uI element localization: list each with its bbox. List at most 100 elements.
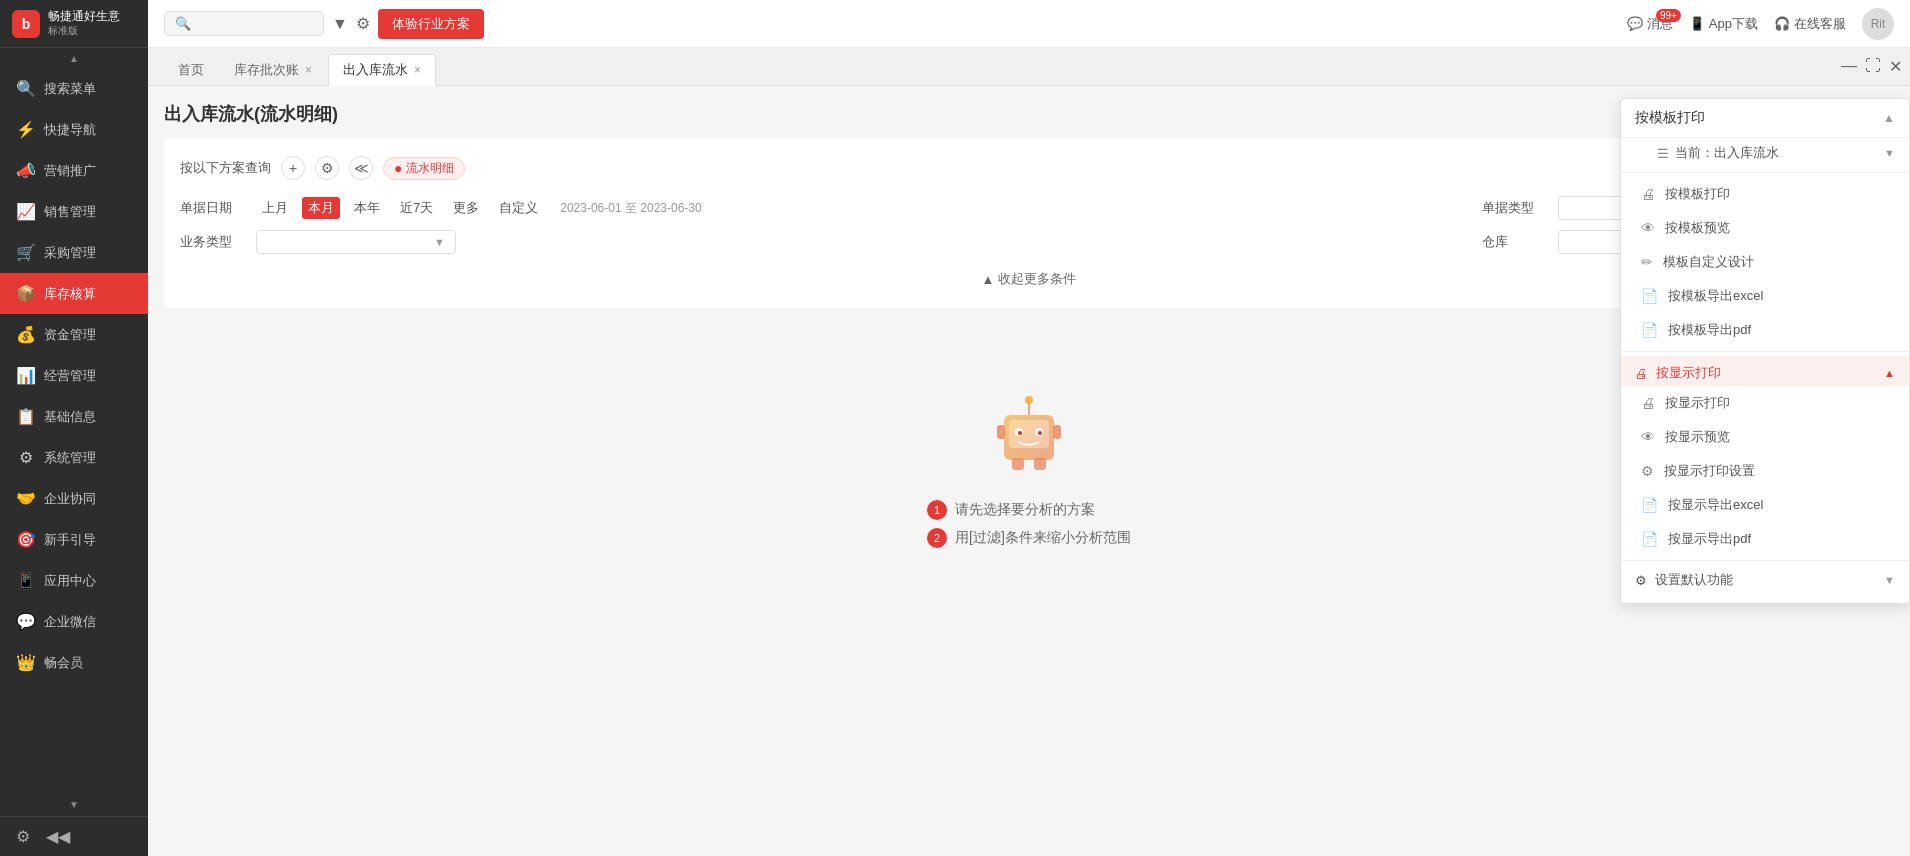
dropdown-collapse-icon[interactable]: ▲ — [1883, 111, 1895, 125]
search-icon: 🔍 — [175, 16, 191, 31]
tab-close-stock-flow[interactable]: × — [414, 63, 421, 77]
display-section-label: 🖨 按显示打印 — [1635, 364, 1721, 382]
current-expand-icon: ▼ — [1884, 147, 1895, 159]
tab-stock-flow[interactable]: 出入库流水 × — [328, 54, 436, 86]
marketing-icon: 📣 — [16, 161, 36, 180]
pdf-icon: 📄 — [1641, 322, 1658, 338]
current-template-icon: ☰ — [1657, 146, 1669, 161]
filter-tag[interactable]: ● 流水明细 — [383, 157, 465, 180]
sidebar-item-member[interactable]: 👑 畅会员 — [0, 642, 148, 683]
excel-icon: 📄 — [1641, 288, 1658, 304]
topbar: 🔍 ▼ ⚙ 体验行业方案 💬 消息 99+ 📱 App下载 🎧 在线客服 — [148, 0, 1910, 48]
sidebar-item-quick-nav[interactable]: ⚡ 快捷导航 — [0, 109, 148, 150]
svg-rect-11 — [1034, 458, 1046, 470]
date-options: 上月 本月 本年 近7天 更多 自定义 2023-06-01 至 2023-06… — [256, 197, 702, 219]
sidebar-item-finance[interactable]: 💰 资金管理 — [0, 314, 148, 355]
empty-step-2: 2 用[过滤]条件来缩小分析范围 — [927, 528, 1131, 548]
page-title: 出入库流水(流水明细) — [164, 102, 338, 126]
filter-tag-icon: ● — [394, 160, 402, 176]
footer-expand-icon: ▼ — [1884, 574, 1895, 586]
sidebar-item-inventory[interactable]: 📦 库存核算 — [0, 273, 148, 314]
add-filter-btn[interactable]: + — [281, 156, 305, 180]
tab-batch-account[interactable]: 库存批次账 × — [220, 54, 326, 86]
display-print-icon: 🖨 — [1635, 366, 1648, 381]
collapse-icon[interactable]: ◀◀ — [46, 827, 70, 846]
filter-settings-btn[interactable]: ⚙ — [315, 156, 339, 180]
sidebar-item-sales[interactable]: 📈 销售管理 — [0, 191, 148, 232]
display-preview-icon: 👁 — [1641, 429, 1655, 445]
topbar-search-box[interactable]: 🔍 — [164, 11, 324, 36]
dropdown-header: 按模板打印 ▲ — [1621, 99, 1909, 138]
app-download-item[interactable]: 📱 App下载 — [1689, 15, 1758, 33]
tab-home[interactable]: 首页 — [164, 54, 218, 86]
dropdown-item-template-preview[interactable]: 👁 按模板预览 — [1621, 211, 1909, 245]
tab-close-batch[interactable]: × — [305, 63, 312, 77]
display-items: 🖨 按显示打印 👁 按显示预览 ⚙ 按显示打印设置 📄 按显示导出excel 📄… — [1621, 386, 1909, 556]
biz-type-select[interactable]: ▼ — [256, 230, 456, 254]
dropdown-item-display-excel[interactable]: 📄 按显示导出excel — [1621, 488, 1909, 522]
user-avatar[interactable]: Rit — [1862, 8, 1894, 40]
dropdown-footer[interactable]: ⚙ 设置默认功能 ▼ — [1621, 565, 1909, 595]
minimize-icon[interactable]: — — [1841, 57, 1857, 76]
display-section-header[interactable]: 🖨 按显示打印 ▲ — [1621, 356, 1909, 386]
app-logo: b 畅捷通好生意 标准版 — [0, 0, 148, 48]
preview-icon: 👁 — [1641, 220, 1655, 236]
sidebar-item-collab[interactable]: 🤝 企业协同 — [0, 478, 148, 519]
sidebar-item-appcenter[interactable]: 📱 应用中心 — [0, 560, 148, 601]
sidebar-item-search[interactable]: 🔍 搜索菜单 — [0, 68, 148, 109]
member-icon: 👑 — [16, 653, 36, 672]
warehouse-label: 仓库 — [1482, 233, 1542, 251]
dropdown-current-template[interactable]: ☰ 当前：出入库流水 ▼ — [1621, 138, 1909, 168]
dropdown-item-template-print[interactable]: 🖨 按模板打印 — [1621, 177, 1909, 211]
svg-rect-7 — [1053, 425, 1061, 439]
date-label: 单据日期 — [180, 199, 240, 217]
settings-icon[interactable]: ⚙ — [16, 827, 30, 846]
dropdown-item-display-settings[interactable]: ⚙ 按显示打印设置 — [1621, 454, 1909, 488]
date-opt-more[interactable]: 更多 — [447, 197, 485, 219]
dropdown-item-display-preview[interactable]: 👁 按显示预览 — [1621, 420, 1909, 454]
dropdown-item-template-excel[interactable]: 📄 按模板导出excel — [1621, 279, 1909, 313]
wechat-icon: 💬 — [16, 612, 36, 631]
svg-rect-1 — [1009, 420, 1049, 448]
date-opt-prev-month[interactable]: 上月 — [256, 197, 294, 219]
sidebar-item-system[interactable]: ⚙ 系统管理 — [0, 437, 148, 478]
display-settings-icon: ⚙ — [1641, 463, 1654, 479]
maximize-icon[interactable]: ⛶ — [1865, 57, 1881, 76]
topbar-right: 💬 消息 99+ 📱 App下载 🎧 在线客服 Rit — [1627, 8, 1894, 40]
settings-icon[interactable]: ⚙ — [356, 14, 370, 33]
app-edition: 标准版 — [48, 24, 120, 38]
footer-settings-icon: ⚙ — [1635, 573, 1647, 588]
date-opt-this-month[interactable]: 本月 — [302, 197, 340, 219]
date-opt-custom[interactable]: 自定义 — [493, 197, 544, 219]
divider-3 — [1621, 560, 1909, 561]
sidebar-item-basic[interactable]: 📋 基础信息 — [0, 396, 148, 437]
empty-illustration — [979, 380, 1079, 480]
sidebar-item-marketing[interactable]: 📣 营销推广 — [0, 150, 148, 191]
trial-btn[interactable]: 体验行业方案 — [378, 9, 484, 39]
sidebar-item-purchase[interactable]: 🛒 采购管理 — [0, 232, 148, 273]
quick-nav-icon: ⚡ — [16, 120, 36, 139]
dropdown-item-display-print[interactable]: 🖨 按显示打印 — [1621, 386, 1909, 420]
dropdown-item-template-custom[interactable]: ✏ 模板自定义设计 — [1621, 245, 1909, 279]
sidebar-item-wechat[interactable]: 💬 企业微信 — [0, 601, 148, 642]
message-item[interactable]: 💬 消息 99+ — [1627, 15, 1673, 33]
finance-icon: 💰 — [16, 325, 36, 344]
dropdown-item-template-pdf[interactable]: 📄 按模板导出pdf — [1621, 313, 1909, 347]
gear-icon[interactable]: ▼ — [332, 15, 348, 33]
sidebar-item-guide[interactable]: 🎯 新手引导 — [0, 519, 148, 560]
sales-icon: 📈 — [16, 202, 36, 221]
app-name: 畅捷通好生意 — [48, 9, 120, 25]
svg-rect-10 — [1012, 458, 1024, 470]
search-input[interactable] — [195, 17, 315, 31]
filter-collapse-btn[interactable]: ≪ — [349, 156, 373, 180]
date-opt-this-year[interactable]: 本年 — [348, 197, 386, 219]
online-service-item[interactable]: 🎧 在线客服 — [1774, 15, 1846, 33]
collab-icon: 🤝 — [16, 489, 36, 508]
display-print-icon2: 🖨 — [1641, 395, 1655, 411]
tab-close-icon[interactable]: ✕ — [1889, 57, 1902, 76]
step-num-1: 1 — [927, 500, 947, 520]
guide-icon: 🎯 — [16, 530, 36, 549]
date-opt-last-7days[interactable]: 近7天 — [394, 197, 439, 219]
dropdown-item-display-pdf[interactable]: 📄 按显示导出pdf — [1621, 522, 1909, 556]
sidebar-item-operation[interactable]: 📊 经营管理 — [0, 355, 148, 396]
